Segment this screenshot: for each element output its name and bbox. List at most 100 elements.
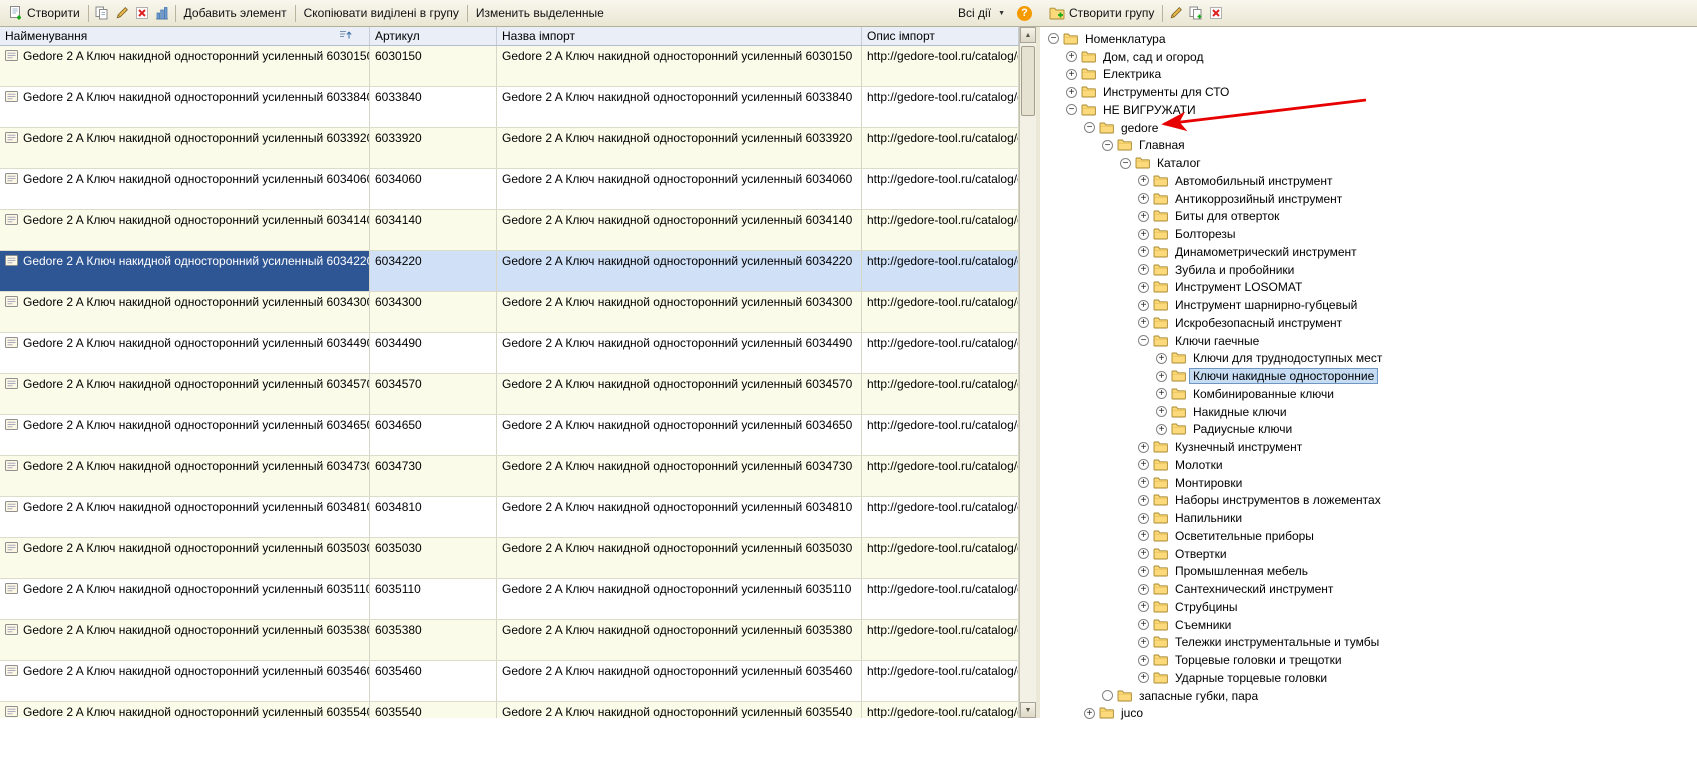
- tree-item[interactable]: + Торцевые головки и трещотки: [1040, 651, 1697, 669]
- table-row[interactable]: Gedore 2 A Ключ накидной односторонний у…: [0, 702, 1019, 718]
- cell-import-desc[interactable]: http://gedore-tool.ru/catalog/d...: [862, 415, 1019, 455]
- scroll-thumb[interactable]: [1021, 46, 1035, 116]
- cell-import-name[interactable]: Gedore 2 A Ключ накидной односторонний у…: [497, 620, 862, 660]
- scroll-up-button[interactable]: ▲: [1020, 27, 1036, 43]
- tree-item[interactable]: + Накидные ключи: [1040, 403, 1697, 421]
- column-header-import-desc[interactable]: Опис імпорт: [862, 27, 1019, 45]
- tree-item[interactable]: + Молотки: [1040, 456, 1697, 474]
- tree-expander-icon[interactable]: +: [1138, 619, 1149, 631]
- tree-item[interactable]: + Съемники: [1040, 616, 1697, 634]
- tree-edit-button[interactable]: [1166, 4, 1186, 22]
- cell-name[interactable]: Gedore 2 A Ключ накидной односторонний у…: [0, 579, 370, 619]
- cell-import-desc[interactable]: http://gedore-tool.ru/catalog/d...: [862, 579, 1019, 619]
- tree-expander-icon[interactable]: +: [1138, 583, 1149, 595]
- tree-item[interactable]: + Дом, сад и огород: [1040, 48, 1697, 66]
- table-row[interactable]: Gedore 2 A Ключ накидной односторонний у…: [0, 210, 1019, 251]
- tree-expander-icon[interactable]: −: [1120, 157, 1131, 169]
- cell-article[interactable]: 6035110: [370, 579, 497, 619]
- table-row[interactable]: Gedore 2 A Ключ накидной односторонний у…: [0, 128, 1019, 169]
- cell-import-desc[interactable]: http://gedore-tool.ru/catalog/d...: [862, 497, 1019, 537]
- table-row[interactable]: Gedore 2 A Ключ накидной односторонний у…: [0, 46, 1019, 87]
- cell-import-name[interactable]: Gedore 2 A Ключ накидной односторонний у…: [497, 661, 862, 701]
- tree-expander-icon[interactable]: +: [1138, 193, 1149, 205]
- tree-expander-icon[interactable]: +: [1138, 264, 1149, 276]
- tree-expander-icon[interactable]: +: [1138, 281, 1149, 293]
- tree-expander-icon[interactable]: +: [1138, 246, 1149, 258]
- tree-expander-icon[interactable]: −: [1048, 33, 1059, 45]
- cell-import-desc[interactable]: http://gedore-tool.ru/catalog/d...: [862, 128, 1019, 168]
- table-row[interactable]: Gedore 2 A Ключ накидной односторонний у…: [0, 620, 1019, 661]
- tree-expander-icon[interactable]: +: [1138, 530, 1149, 542]
- cell-import-name[interactable]: Gedore 2 A Ключ накидной односторонний у…: [497, 251, 862, 291]
- cell-import-name[interactable]: Gedore 2 A Ключ накидной односторонний у…: [497, 333, 862, 373]
- table-vertical-scrollbar[interactable]: ▲ ▼: [1019, 27, 1036, 718]
- tree-item[interactable]: − Главная: [1040, 137, 1697, 155]
- tree-expander-icon[interactable]: −: [1138, 335, 1149, 347]
- column-header-name[interactable]: Найменування: [0, 27, 370, 45]
- tree-expander-icon[interactable]: +: [1138, 441, 1149, 453]
- tree-expander-icon[interactable]: −: [1066, 104, 1077, 116]
- tree-expander-icon[interactable]: +: [1138, 654, 1149, 666]
- cell-name[interactable]: Gedore 2 A Ключ накидной односторонний у…: [0, 128, 370, 168]
- cell-import-desc[interactable]: http://gedore-tool.ru/catalog/d...: [862, 210, 1019, 250]
- tree-item[interactable]: + Напильники: [1040, 509, 1697, 527]
- tree-expander-icon[interactable]: +: [1156, 406, 1167, 418]
- tree-copy-button[interactable]: [1186, 4, 1206, 22]
- tree-item[interactable]: + Инструменты для СТО: [1040, 83, 1697, 101]
- tree-item[interactable]: + Искробезопасный инструмент: [1040, 314, 1697, 332]
- tree-item[interactable]: + Промышленная мебель: [1040, 563, 1697, 581]
- tree-expander-icon[interactable]: +: [1156, 352, 1167, 364]
- cell-article[interactable]: 6034490: [370, 333, 497, 373]
- cell-import-desc[interactable]: http://gedore-tool.ru/catalog/d...: [862, 251, 1019, 291]
- tree-expander-icon[interactable]: +: [1138, 672, 1149, 684]
- table-row[interactable]: Gedore 2 A Ключ накидной односторонний у…: [0, 169, 1019, 210]
- cell-import-name[interactable]: Gedore 2 A Ключ накидной односторонний у…: [497, 415, 862, 455]
- tree-item[interactable]: − Ключи гаечные: [1040, 332, 1697, 350]
- copy-selected-to-group-button[interactable]: Скопіювати виділені в групу: [299, 4, 464, 22]
- cell-import-name[interactable]: Gedore 2 A Ключ накидной односторонний у…: [497, 87, 862, 127]
- tree-item[interactable]: + Отвертки: [1040, 545, 1697, 563]
- cell-import-desc[interactable]: http://gedore-tool.ru/catalog/d...: [862, 46, 1019, 86]
- tree-item[interactable]: + Антикоррозийный инструмент: [1040, 190, 1697, 208]
- tree-expander-icon[interactable]: +: [1138, 565, 1149, 577]
- tree-expander-icon[interactable]: +: [1066, 51, 1077, 63]
- cell-import-desc[interactable]: http://gedore-tool.ru/catalog/d...: [862, 333, 1019, 373]
- cell-article[interactable]: 6033920: [370, 128, 497, 168]
- cell-import-name[interactable]: Gedore 2 A Ключ накидной односторонний у…: [497, 702, 862, 718]
- tree-expander-icon[interactable]: +: [1138, 512, 1149, 524]
- delete-button[interactable]: [132, 4, 152, 22]
- cell-article[interactable]: 6034060: [370, 169, 497, 209]
- table-row[interactable]: Gedore 2 A Ключ накидной односторонний у…: [0, 661, 1019, 702]
- create-group-button[interactable]: Створити групу: [1044, 4, 1159, 22]
- cell-import-name[interactable]: Gedore 2 A Ключ накидной односторонний у…: [497, 374, 862, 414]
- tree-item[interactable]: + Тележки инструментальные и тумбы: [1040, 634, 1697, 652]
- cell-import-desc[interactable]: http://gedore-tool.ru/catalog/d...: [862, 661, 1019, 701]
- cell-article[interactable]: 6034300: [370, 292, 497, 332]
- table-row[interactable]: Gedore 2 A Ключ накидной односторонний у…: [0, 456, 1019, 497]
- tree-expander-icon[interactable]: +: [1084, 707, 1095, 719]
- cell-import-desc[interactable]: http://gedore-tool.ru/catalog/d...: [862, 702, 1019, 718]
- tree-expander-icon[interactable]: +: [1066, 68, 1077, 80]
- cell-article[interactable]: 6035460: [370, 661, 497, 701]
- cell-name[interactable]: Gedore 2 A Ключ накидной односторонний у…: [0, 87, 370, 127]
- cell-name[interactable]: Gedore 2 A Ключ накидной односторонний у…: [0, 210, 370, 250]
- cell-article[interactable]: 6034810: [370, 497, 497, 537]
- tree-item[interactable]: + Монтировки: [1040, 474, 1697, 492]
- cell-name[interactable]: Gedore 2 A Ключ накидной односторонний у…: [0, 497, 370, 537]
- copy-button[interactable]: [92, 4, 112, 22]
- cell-import-desc[interactable]: http://gedore-tool.ru/catalog/d...: [862, 169, 1019, 209]
- help-icon[interactable]: ?: [1017, 5, 1032, 21]
- add-element-button[interactable]: Добавить элемент: [179, 4, 292, 22]
- cell-import-desc[interactable]: http://gedore-tool.ru/catalog/d...: [862, 456, 1019, 496]
- cell-article[interactable]: 6035380: [370, 620, 497, 660]
- cell-name[interactable]: Gedore 2 A Ключ накидной односторонний у…: [0, 169, 370, 209]
- tree-expander-icon[interactable]: +: [1066, 86, 1077, 98]
- cell-article[interactable]: 6035030: [370, 538, 497, 578]
- cell-name[interactable]: Gedore 2 A Ключ накидной односторонний у…: [0, 251, 370, 291]
- tree-expander-icon[interactable]: +: [1156, 370, 1167, 382]
- tree-item[interactable]: + juco: [1040, 705, 1697, 723]
- tree-item[interactable]: + Кузнечный инструмент: [1040, 438, 1697, 456]
- tree-item[interactable]: + Осветительные приборы: [1040, 527, 1697, 545]
- tree-item[interactable]: + Струбцины: [1040, 598, 1697, 616]
- column-header-article[interactable]: Артикул: [370, 27, 497, 45]
